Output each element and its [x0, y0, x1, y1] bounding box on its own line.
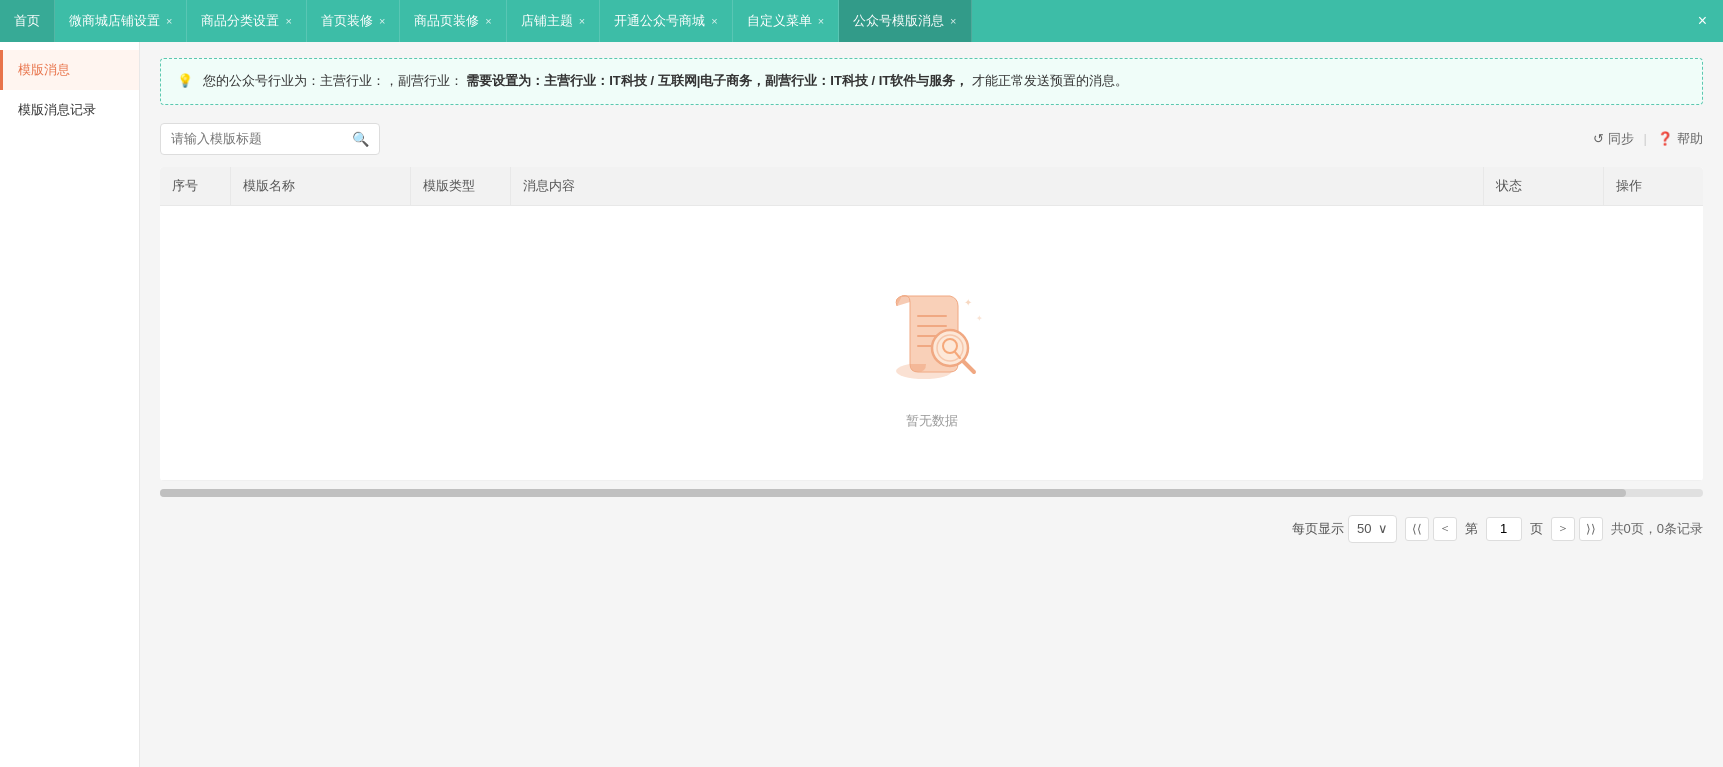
- sync-button[interactable]: ↺ 同步: [1593, 130, 1634, 148]
- close-category-setting[interactable]: ×: [285, 15, 291, 27]
- help-button[interactable]: ❓ 帮助: [1657, 130, 1703, 148]
- toolbar-right: ↺ 同步 | ❓ 帮助: [1593, 130, 1703, 148]
- nav-tab-custom-menu-label: 自定义菜单: [747, 12, 812, 30]
- close-open-mall[interactable]: ×: [711, 15, 717, 27]
- nav-tab-shop-theme[interactable]: 店铺主题 ×: [507, 0, 600, 42]
- nav-tab-category-setting-label: 商品分类设置: [201, 12, 279, 30]
- nav-tab-shop-setting[interactable]: 微商城店铺设置 ×: [55, 0, 187, 42]
- page-size-label: 每页显示: [1292, 520, 1344, 538]
- table-header-row: 序号 模版名称 模版类型 消息内容 状态 操作: [160, 167, 1703, 206]
- banner-text-prefix: 您的公众号行业为：主营行业：，副营行业：: [203, 73, 463, 88]
- svg-text:✦: ✦: [964, 297, 972, 308]
- global-close-button[interactable]: ×: [1682, 12, 1723, 30]
- nav-tab-product-decor-label: 商品页装修: [414, 12, 479, 30]
- close-product-decor[interactable]: ×: [485, 15, 491, 27]
- banner-text-highlight: 需要设置为：主营行业：IT科技 / 互联网|电子商务，副营行业：IT科技 / I…: [466, 73, 968, 88]
- sidebar-item-template-msg-log-label: 模版消息记录: [18, 102, 96, 117]
- banner-text-suffix: 才能正常发送预置的消息。: [972, 73, 1128, 88]
- page-number-input[interactable]: [1486, 517, 1522, 541]
- nav-tab-open-mall[interactable]: 开通公众号商城 ×: [600, 0, 732, 42]
- prev-page-button[interactable]: ＜: [1433, 517, 1457, 541]
- chevron-down-icon: ∨: [1378, 521, 1388, 536]
- main-layout: 模版消息 模版消息记录 💡 您的公众号行业为：主营行业：，副营行业： 需要设置为…: [0, 42, 1723, 767]
- search-input[interactable]: [171, 131, 352, 146]
- horizontal-scrollbar[interactable]: [160, 489, 1703, 497]
- col-content: 消息内容: [510, 167, 1483, 206]
- page-size-dropdown[interactable]: 50 ∨: [1348, 515, 1396, 543]
- pagination-row: 每页显示 50 ∨ ⟨⟨ ＜ 第 页 ＞ ⟩⟩ 共0页，0条记录: [160, 505, 1703, 543]
- col-type: 模版类型: [410, 167, 510, 206]
- help-icon: ❓: [1657, 131, 1673, 146]
- nav-tab-open-mall-label: 开通公众号商城: [614, 12, 705, 30]
- data-table: 序号 模版名称 模版类型 消息内容 状态 操作: [160, 167, 1703, 481]
- info-banner: 💡 您的公众号行业为：主营行业：，副营行业： 需要设置为：主营行业：IT科技 /…: [160, 58, 1703, 105]
- nav-tab-home[interactable]: 首页: [0, 0, 55, 42]
- search-input-wrap[interactable]: 🔍: [160, 123, 380, 155]
- empty-cell: ✦ ✦ 暂无数据: [160, 205, 1703, 480]
- empty-row: ✦ ✦ 暂无数据: [160, 205, 1703, 480]
- top-nav: 首页 微商城店铺设置 × 商品分类设置 × 首页装修 × 商品页装修 × 店铺主…: [0, 0, 1723, 42]
- nav-tab-template-msg-label: 公众号模版消息: [853, 12, 944, 30]
- sidebar-item-template-msg[interactable]: 模版消息: [0, 50, 139, 90]
- lightbulb-icon: 💡: [177, 73, 193, 88]
- total-text: 共0页，0条记录: [1611, 520, 1703, 538]
- first-page-button[interactable]: ⟨⟨: [1405, 517, 1429, 541]
- page-size-value: 50: [1357, 521, 1371, 536]
- scrollbar-thumb: [160, 489, 1626, 497]
- last-page-button[interactable]: ⟩⟩: [1579, 517, 1603, 541]
- empty-icon: ✦ ✦: [872, 276, 992, 396]
- sidebar: 模版消息 模版消息记录: [0, 42, 140, 767]
- sidebar-item-template-msg-label: 模版消息: [18, 62, 70, 77]
- page-unit: 页: [1530, 520, 1543, 538]
- col-status: 状态: [1483, 167, 1603, 206]
- page-size-select: 每页显示 50 ∨: [1292, 515, 1396, 543]
- close-shop-setting[interactable]: ×: [166, 15, 172, 27]
- nav-tab-home-decor[interactable]: 首页装修 ×: [307, 0, 400, 42]
- nav-tab-template-msg[interactable]: 公众号模版消息 ×: [839, 0, 971, 42]
- nav-tab-shop-setting-label: 微商城店铺设置: [69, 12, 160, 30]
- nav-tab-product-decor[interactable]: 商品页装修 ×: [400, 0, 506, 42]
- col-name: 模版名称: [230, 167, 410, 206]
- close-shop-theme[interactable]: ×: [579, 15, 585, 27]
- toolbar-divider: |: [1644, 131, 1647, 146]
- empty-text: 暂无数据: [906, 412, 958, 430]
- sync-icon: ↺: [1593, 131, 1604, 146]
- search-row: 🔍 ↺ 同步 | ❓ 帮助: [160, 123, 1703, 155]
- col-seq: 序号: [160, 167, 230, 206]
- empty-state: ✦ ✦ 暂无数据: [172, 216, 1691, 470]
- close-template-msg[interactable]: ×: [950, 15, 956, 27]
- help-label: 帮助: [1677, 130, 1703, 148]
- nav-tab-custom-menu[interactable]: 自定义菜单 ×: [733, 0, 839, 42]
- nav-tab-home-decor-label: 首页装修: [321, 12, 373, 30]
- close-custom-menu[interactable]: ×: [818, 15, 824, 27]
- nav-tab-category-setting[interactable]: 商品分类设置 ×: [187, 0, 306, 42]
- next-page-button[interactable]: ＞: [1551, 517, 1575, 541]
- svg-text:✦: ✦: [976, 314, 983, 323]
- search-icon[interactable]: 🔍: [352, 131, 369, 147]
- sidebar-item-template-msg-log[interactable]: 模版消息记录: [0, 90, 139, 130]
- table-header: 序号 模版名称 模版类型 消息内容 状态 操作: [160, 167, 1703, 206]
- close-home-decor[interactable]: ×: [379, 15, 385, 27]
- table-body: ✦ ✦ 暂无数据: [160, 205, 1703, 480]
- sync-label: 同步: [1608, 130, 1634, 148]
- nav-tab-shop-theme-label: 店铺主题: [521, 12, 573, 30]
- col-action: 操作: [1603, 167, 1703, 206]
- nav-tab-home-label: 首页: [14, 12, 40, 30]
- page-nav: ⟨⟨ ＜ 第 页 ＞ ⟩⟩: [1405, 517, 1603, 541]
- page-prefix: 第: [1465, 520, 1478, 538]
- content-area: 💡 您的公众号行业为：主营行业：，副营行业： 需要设置为：主营行业：IT科技 /…: [140, 42, 1723, 767]
